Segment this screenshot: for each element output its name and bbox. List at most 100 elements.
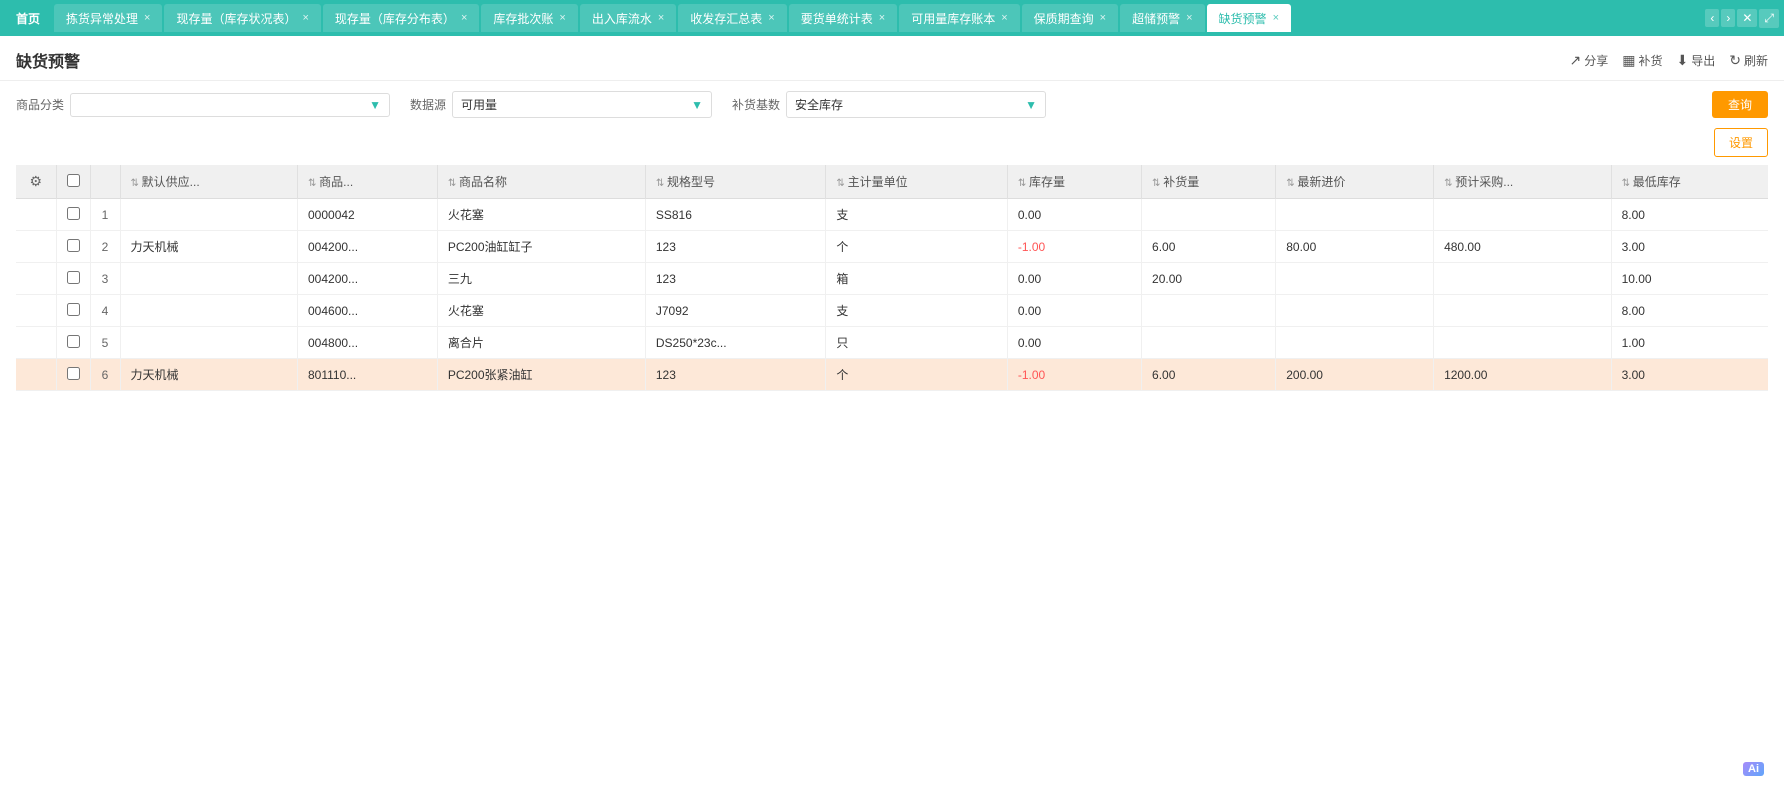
tab-pick[interactable]: 拣货异常处理 × <box>54 4 162 32</box>
share-icon: ↗ <box>1570 52 1582 69</box>
tab-order-label: 要货单统计表 <box>801 10 873 27</box>
tab-stock1[interactable]: 现存量（库存状况表） × <box>164 4 320 32</box>
page-header: 缺货预警 ↗ 分享 ▦ 补货 ⬇ 导出 ↻ 刷新 <box>0 36 1784 81</box>
col-product-code[interactable]: 商品... <box>298 165 438 199</box>
datasource-value: 可用量 <box>461 96 497 113</box>
row-checkbox[interactable] <box>67 367 80 380</box>
page-title: 缺货预警 <box>16 48 80 72</box>
row-default-supplier: 力天机械 <box>120 231 298 263</box>
tab-home[interactable]: 首页 <box>4 4 52 32</box>
tab-expire-label: 保质期查询 <box>1034 10 1094 27</box>
tab-order[interactable]: 要货单统计表 × <box>789 4 897 32</box>
replenish-button[interactable]: ▦ 补货 <box>1622 52 1662 69</box>
row-checkbox-cell <box>56 327 90 359</box>
tab-available[interactable]: 可用量库存账本 × <box>899 4 1019 32</box>
row-latest-price: 200.00 <box>1276 359 1434 391</box>
row-checkbox[interactable] <box>67 207 80 220</box>
share-button[interactable]: ↗ 分享 <box>1570 52 1609 69</box>
row-stock: 0.00 <box>1007 199 1141 231</box>
table-row: 2 力天机械 004200... PC200油缸缸子 123 个 -1.00 6… <box>16 231 1768 263</box>
gear-icon[interactable]: ⚙ <box>29 173 42 189</box>
row-checkbox[interactable] <box>67 335 80 348</box>
row-spec: 123 <box>645 359 826 391</box>
ai-badge[interactable]: Ai <box>1743 762 1764 776</box>
filter-group-datasource: 数据源 可用量 ▼ <box>410 91 712 118</box>
row-stock: -1.00 <box>1007 359 1141 391</box>
tab-nav-restore[interactable]: ⤢ <box>1759 9 1779 28</box>
row-num: 3 <box>90 263 120 295</box>
tab-batch[interactable]: 库存批次账 × <box>481 4 577 32</box>
tab-expire[interactable]: 保质期查询 × <box>1022 4 1118 32</box>
datasource-select[interactable]: 可用量 ▼ <box>452 91 712 118</box>
row-gear-cell <box>16 263 56 295</box>
table-row: 3 004200... 三九 123 箱 0.00 20.00 10.00 <box>16 263 1768 295</box>
tab-summary-close[interactable]: × <box>768 12 774 24</box>
replenish-base-arrow-icon: ▼ <box>1025 98 1037 112</box>
col-replenish[interactable]: 补货量 <box>1142 165 1276 199</box>
tab-summary[interactable]: 收发存汇总表 × <box>678 4 786 32</box>
row-latest-price: 80.00 <box>1276 231 1434 263</box>
tab-pick-close[interactable]: × <box>144 12 150 24</box>
row-default-supplier <box>120 327 298 359</box>
settings-button[interactable]: 设置 <box>1714 128 1768 157</box>
select-all-checkbox[interactable] <box>67 174 80 187</box>
tab-stock2[interactable]: 现存量（库存分布表） × <box>323 4 479 32</box>
row-checkbox-cell <box>56 231 90 263</box>
row-stock: 0.00 <box>1007 263 1141 295</box>
tab-nav-prev[interactable]: ‹ <box>1705 9 1719 27</box>
refresh-button[interactable]: ↻ 刷新 <box>1729 52 1768 69</box>
row-product-name: 火花塞 <box>437 199 645 231</box>
tab-pick-label: 拣货异常处理 <box>66 10 138 27</box>
tab-stock1-close[interactable]: × <box>302 12 308 24</box>
tab-stock2-close[interactable]: × <box>461 12 467 24</box>
col-stock[interactable]: 库存量 <box>1007 165 1141 199</box>
row-num: 2 <box>90 231 120 263</box>
tab-batch-close[interactable]: × <box>559 12 565 24</box>
row-estimated-purchase: 480.00 <box>1434 231 1612 263</box>
row-min-stock: 1.00 <box>1611 327 1768 359</box>
tab-nav-next[interactable]: › <box>1721 9 1735 27</box>
row-checkbox-cell <box>56 263 90 295</box>
tab-expire-close[interactable]: × <box>1100 12 1106 24</box>
row-gear-cell <box>16 359 56 391</box>
col-product-name[interactable]: 商品名称 <box>437 165 645 199</box>
col-default-supplier[interactable]: 默认供应... <box>120 165 298 199</box>
tab-overstock-close[interactable]: × <box>1186 12 1192 24</box>
row-replenish: 6.00 <box>1142 359 1276 391</box>
row-min-stock: 10.00 <box>1611 263 1768 295</box>
row-estimated-purchase <box>1434 295 1612 327</box>
refresh-icon: ↻ <box>1729 52 1741 69</box>
row-checkbox[interactable] <box>67 239 80 252</box>
row-spec: 123 <box>645 263 826 295</box>
export-button[interactable]: ⬇ 导出 <box>1677 52 1716 69</box>
row-checkbox[interactable] <box>67 271 80 284</box>
row-checkbox-cell <box>56 359 90 391</box>
replenish-base-select[interactable]: 安全库存 ▼ <box>786 91 1046 118</box>
row-product-name: 三九 <box>437 263 645 295</box>
datasource-label: 数据源 <box>410 96 446 113</box>
table-row: 4 004600... 火花塞 J7092 支 0.00 8.00 <box>16 295 1768 327</box>
row-num: 6 <box>90 359 120 391</box>
tab-overstock[interactable]: 超储预警 × <box>1120 4 1204 32</box>
tab-order-close[interactable]: × <box>879 12 885 24</box>
tab-shortage[interactable]: 缺货预警 × <box>1207 4 1291 32</box>
row-estimated-purchase: 1200.00 <box>1434 359 1612 391</box>
tab-flow[interactable]: 出入库流水 × <box>580 4 676 32</box>
category-select[interactable]: ▼ <box>70 93 390 117</box>
col-estimated-purchase[interactable]: 预计采购... <box>1434 165 1612 199</box>
col-min-stock[interactable]: 最低库存 <box>1611 165 1768 199</box>
tab-shortage-close[interactable]: × <box>1273 12 1279 24</box>
row-checkbox[interactable] <box>67 303 80 316</box>
col-unit[interactable]: 主计量单位 <box>826 165 1007 199</box>
category-arrow-icon: ▼ <box>369 98 381 112</box>
tab-available-close[interactable]: × <box>1001 12 1007 24</box>
row-replenish <box>1142 295 1276 327</box>
row-unit: 支 <box>826 199 1007 231</box>
tab-flow-close[interactable]: × <box>658 12 664 24</box>
query-button[interactable]: 查询 <box>1712 91 1768 118</box>
col-latest-price[interactable]: 最新进价 <box>1276 165 1434 199</box>
tab-nav-close-all[interactable]: ✕ <box>1737 9 1757 27</box>
tab-stock2-label: 现存量（库存分布表） <box>335 10 455 27</box>
row-default-supplier <box>120 295 298 327</box>
col-spec[interactable]: 规格型号 <box>645 165 826 199</box>
